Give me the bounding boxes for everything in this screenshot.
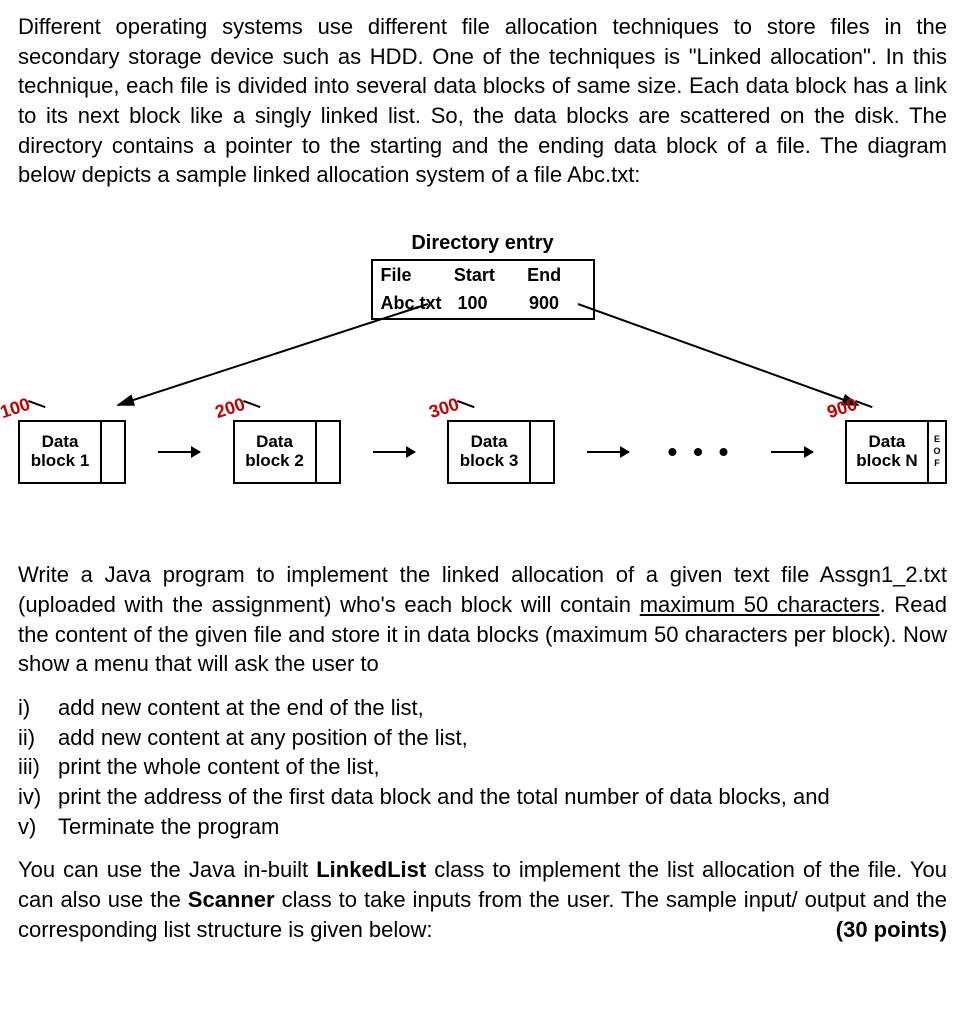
- dir-header-end: End: [519, 261, 592, 289]
- item-num: i): [18, 693, 58, 723]
- block-label: Data: [256, 433, 293, 452]
- arrow-icon: [771, 451, 813, 453]
- item-text: add new content at any position of the l…: [58, 723, 468, 753]
- data-block-1: 100 Data block 1: [18, 420, 126, 484]
- block-label: Data: [42, 433, 79, 452]
- dir-header-file: File: [373, 261, 446, 289]
- eof-cell: E O F: [927, 422, 945, 482]
- bold-text: LinkedList: [316, 857, 426, 882]
- data-block-n: 900 Data block N E O F: [845, 420, 947, 484]
- item-text: Terminate the program: [58, 812, 279, 842]
- item-num: iv): [18, 782, 58, 812]
- ellipsis-icon: • • •: [662, 433, 739, 471]
- item-text: add new content at the end of the list,: [58, 693, 424, 723]
- task-paragraph: Write a Java program to implement the li…: [18, 560, 947, 679]
- bold-text: Scanner: [188, 887, 275, 912]
- item-text: print the whole content of the list,: [58, 752, 380, 782]
- directory-box: File Start End Abc.txt 100 900: [371, 259, 595, 320]
- dir-value-file: Abc.txt: [373, 289, 450, 317]
- list-item: i)add new content at the end of the list…: [18, 693, 947, 723]
- closing-paragraph: You can use the Java in-built LinkedList…: [18, 855, 947, 944]
- block-label: block 2: [245, 452, 304, 471]
- dir-value-start: 100: [450, 289, 522, 317]
- eof-char: O: [933, 446, 940, 458]
- directory-title: Directory entry: [18, 230, 947, 257]
- arrow-icon: [158, 451, 200, 453]
- data-block-3: 300 Data block 3: [447, 420, 555, 484]
- diagram: Directory entry File Start End Abc.txt 1…: [18, 230, 947, 510]
- data-block-2: 200 Data block 2: [233, 420, 341, 484]
- points-label: (30 points): [836, 915, 947, 945]
- underlined-text: maximum 50 characters: [640, 592, 880, 617]
- arrow-icon: [373, 451, 415, 453]
- list-item: v)Terminate the program: [18, 812, 947, 842]
- block-label: block 3: [460, 452, 519, 471]
- dir-header-start: Start: [446, 261, 519, 289]
- menu-options-list: i)add new content at the end of the list…: [18, 693, 947, 841]
- dir-value-end: 900: [521, 289, 593, 317]
- blocks-row: 100 Data block 1 200 Data block 2: [18, 420, 947, 484]
- text: You can use the Java in-built: [18, 857, 316, 882]
- block-label: block 1: [31, 452, 90, 471]
- list-item: iv)print the address of the first data b…: [18, 782, 947, 812]
- list-item: iii)print the whole content of the list,: [18, 752, 947, 782]
- item-num: v): [18, 812, 58, 842]
- eof-char: E: [934, 434, 940, 446]
- block-label: Data: [471, 433, 508, 452]
- item-text: print the address of the first data bloc…: [58, 782, 830, 812]
- intro-paragraph: Different operating systems use differen…: [18, 12, 947, 190]
- list-item: ii)add new content at any position of th…: [18, 723, 947, 753]
- item-num: iii): [18, 752, 58, 782]
- block-label: block N: [856, 452, 917, 471]
- arrow-icon: [587, 451, 629, 453]
- item-num: ii): [18, 723, 58, 753]
- eof-char: F: [934, 458, 940, 470]
- block-label: Data: [869, 433, 906, 452]
